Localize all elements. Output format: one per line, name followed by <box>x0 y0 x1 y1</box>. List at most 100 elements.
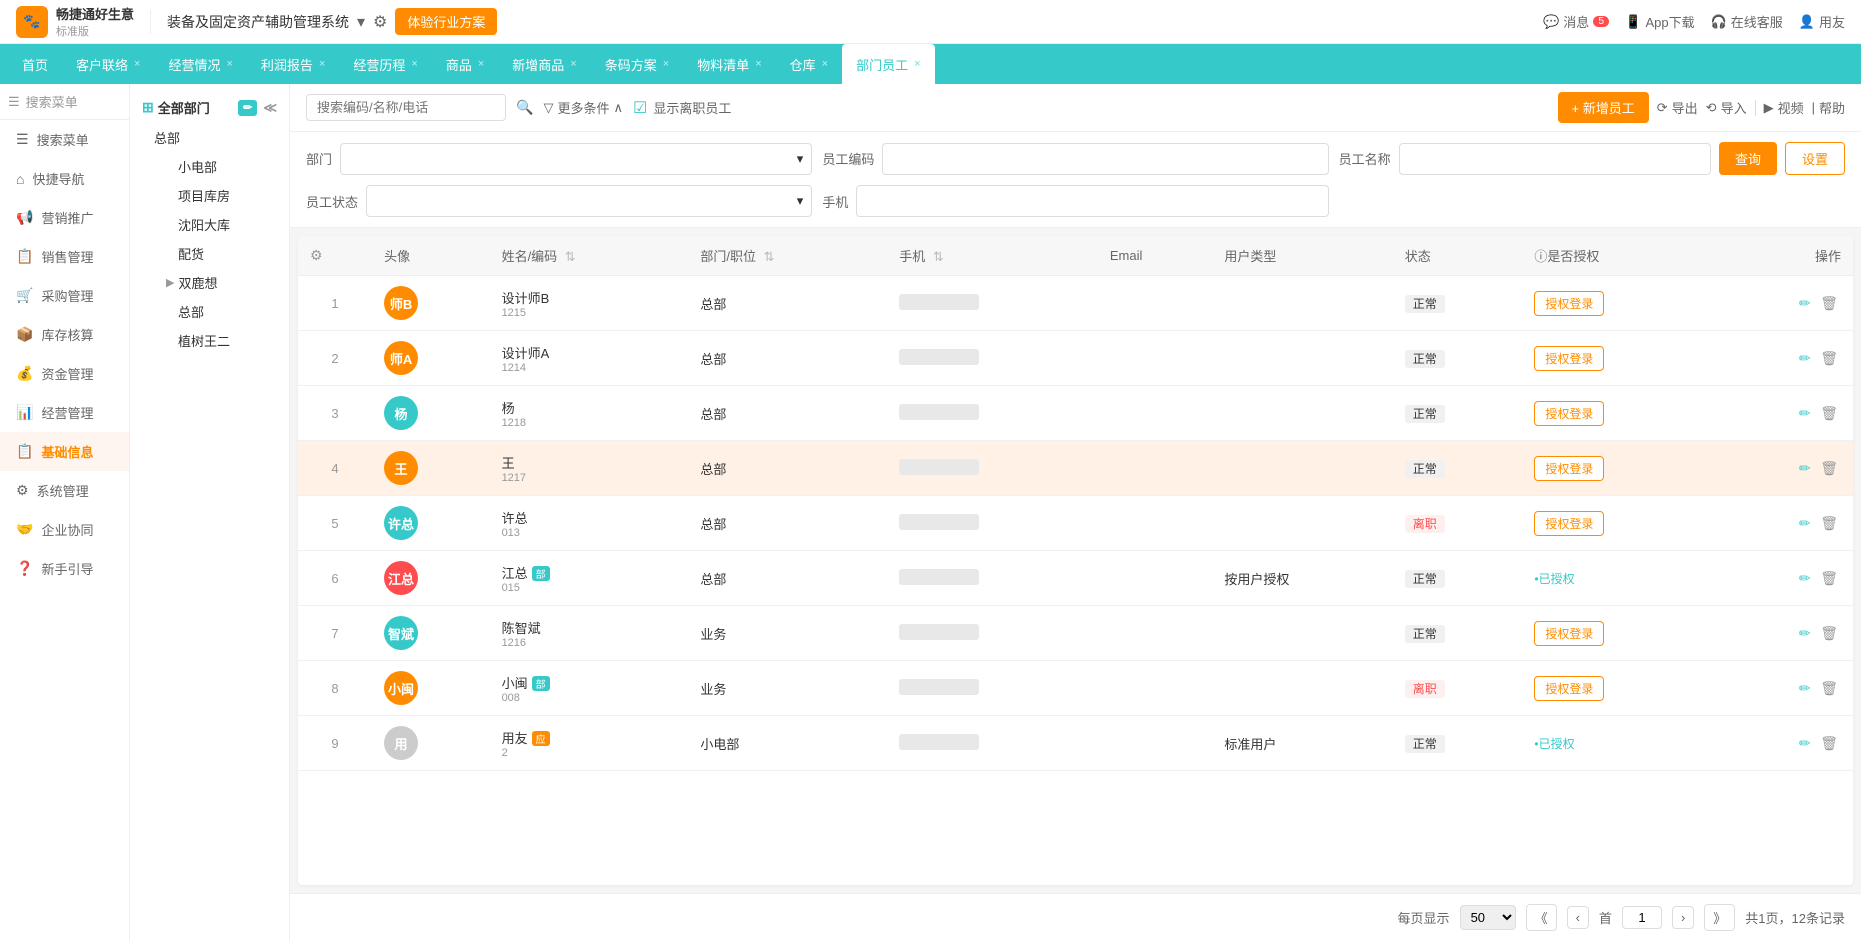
delete-btn[interactable]: 🗑 <box>1820 295 1838 312</box>
sidebar-item-operations[interactable]: 📊经营管理 <box>0 393 129 432</box>
col-name-code[interactable]: 姓名/编码 ⇅ <box>490 236 689 276</box>
tab-close-仓库[interactable]: × <box>822 58 828 70</box>
tree-node-总部[interactable]: 总部 <box>130 297 289 326</box>
delete-btn[interactable]: 🗑 <box>1820 460 1838 477</box>
auth-login-btn[interactable]: 授权登录 <box>1534 456 1604 481</box>
nav-tab-条码方案[interactable]: 条码方案× <box>591 44 683 84</box>
gear-button[interactable]: ▾ <box>357 12 365 32</box>
sidebar-search[interactable]: ☰ 搜索菜单 <box>0 84 129 120</box>
tree-node-项目库房[interactable]: 项目库房 <box>130 181 289 210</box>
tree-node-植树王二[interactable]: 植树王二 <box>130 326 289 355</box>
delete-btn[interactable]: 🗑 <box>1820 625 1838 642</box>
app-download-btn[interactable]: 📱 App下载 <box>1625 12 1694 31</box>
first-page-btn[interactable]: 《 <box>1526 904 1557 931</box>
nav-tab-物料清单[interactable]: 物料清单× <box>683 44 775 84</box>
show-resign-toggle[interactable]: ☑ 显示离职员工 <box>633 98 731 118</box>
page-input[interactable] <box>1622 906 1662 929</box>
page-size-select[interactable]: 501020100 <box>1460 905 1516 930</box>
sidebar-item-search[interactable]: ☰搜索菜单 <box>0 120 129 159</box>
auth-login-btn[interactable]: 授权登录 <box>1534 621 1604 646</box>
auth-login-btn[interactable]: 授权登录 <box>1534 346 1604 371</box>
phone-input[interactable] <box>856 185 1328 217</box>
video-button[interactable]: ▶ 视频 <box>1764 98 1804 117</box>
delete-btn[interactable]: 🗑 <box>1820 570 1838 587</box>
col-dept-pos[interactable]: 部门/职位 ⇅ <box>688 236 887 276</box>
dept-select[interactable]: ▾ <box>340 143 812 175</box>
tree-node-总部[interactable]: 总部 <box>130 123 289 152</box>
auth-login-btn[interactable]: 授权登录 <box>1534 401 1604 426</box>
sidebar-item-finance[interactable]: 💰资金管理 <box>0 354 129 393</box>
tab-close-新增商品[interactable]: × <box>570 58 576 70</box>
auth-login-btn[interactable]: 授权登录 <box>1534 291 1604 316</box>
tab-close-商品[interactable]: × <box>478 58 484 70</box>
tab-close-利润报告[interactable]: × <box>319 58 325 70</box>
sidebar-item-system[interactable]: ⚙系统管理 <box>0 471 129 510</box>
tree-collapse-icon[interactable]: ≪ <box>263 100 277 116</box>
nav-tab-利润报告[interactable]: 利润报告× <box>247 44 339 84</box>
tree-node-小电部[interactable]: 小电部 <box>130 152 289 181</box>
tree-node-双鹿想[interactable]: ▶双鹿想 <box>130 268 289 297</box>
delete-btn[interactable]: 🗑 <box>1820 735 1838 752</box>
filter-btn[interactable]: ▽ 更多条件 ∧ <box>543 98 623 117</box>
sidebar-item-marketing[interactable]: 📢营销推广 <box>0 198 129 237</box>
nav-tab-商品[interactable]: 商品× <box>432 44 498 84</box>
user-btn[interactable]: 👤 用友 <box>1799 12 1845 31</box>
col-phone[interactable]: 手机 ⇅ <box>887 236 1098 276</box>
sidebar-item-nav[interactable]: ⌂快捷导航 <box>0 159 129 198</box>
nav-tab-经营历程[interactable]: 经营历程× <box>339 44 431 84</box>
col-settings[interactable]: ⚙ <box>298 236 372 276</box>
query-button[interactable]: 查询 <box>1719 142 1777 175</box>
tab-close-经营情况[interactable]: × <box>226 58 232 70</box>
add-employee-button[interactable]: + 新增员工 <box>1558 92 1649 123</box>
emp-code-input[interactable] <box>882 143 1328 175</box>
set-button[interactable]: 设置 <box>1785 142 1845 175</box>
tab-close-条码方案[interactable]: × <box>663 58 669 70</box>
nav-tab-首页[interactable]: 首页 <box>8 44 62 84</box>
edit-btn[interactable]: ✏ <box>1799 570 1811 587</box>
sidebar-item-guide[interactable]: ❓新手引导 <box>0 549 129 588</box>
tab-close-经营历程[interactable]: × <box>411 58 417 70</box>
sidebar-item-inventory[interactable]: 📦库存核算 <box>0 315 129 354</box>
delete-btn[interactable]: 🗑 <box>1820 680 1838 697</box>
tree-edit-icon[interactable]: ✏ <box>238 100 257 116</box>
nav-tab-仓库[interactable]: 仓库× <box>776 44 842 84</box>
sidebar-item-purchase[interactable]: 🛒采购管理 <box>0 276 129 315</box>
edit-btn[interactable]: ✏ <box>1799 735 1811 752</box>
settings-button[interactable]: ⚙ <box>373 12 387 32</box>
auth-login-btn[interactable]: 授权登录 <box>1534 676 1604 701</box>
message-btn[interactable]: 💬 消息 5 <box>1543 12 1609 31</box>
edit-btn[interactable]: ✏ <box>1799 350 1811 367</box>
edit-btn[interactable]: ✏ <box>1799 460 1811 477</box>
edit-btn[interactable]: ✏ <box>1799 515 1811 532</box>
delete-btn[interactable]: 🗑 <box>1820 405 1838 422</box>
search-input[interactable] <box>306 94 506 121</box>
nav-tab-经营情况[interactable]: 经营情况× <box>154 44 246 84</box>
search-button[interactable]: 🔍 <box>516 99 533 116</box>
edit-btn[interactable]: ✏ <box>1799 295 1811 312</box>
delete-btn[interactable]: 🗑 <box>1820 515 1838 532</box>
delete-btn[interactable]: 🗑 <box>1820 350 1838 367</box>
tab-close-客户联络[interactable]: × <box>134 58 140 70</box>
tab-close-物料清单[interactable]: × <box>755 58 761 70</box>
nav-tab-客户联络[interactable]: 客户联络× <box>62 44 154 84</box>
trial-button[interactable]: 体验行业方案 <box>395 8 497 35</box>
nav-tab-部门员工[interactable]: 部门员工× <box>842 44 934 84</box>
status-select[interactable]: ▾ <box>366 185 812 217</box>
auth-login-btn[interactable]: 授权登录 <box>1534 511 1604 536</box>
tree-node-沈阳大库[interactable]: 沈阳大库 <box>130 210 289 239</box>
import-button[interactable]: ⟲ 导入 <box>1706 98 1747 117</box>
last-page-btn[interactable]: 》 <box>1704 904 1735 931</box>
sidebar-item-collab[interactable]: 🤝企业协同 <box>0 510 129 549</box>
edit-btn[interactable]: ✏ <box>1799 405 1811 422</box>
nav-tab-新增商品[interactable]: 新增商品× <box>498 44 590 84</box>
help-button[interactable]: | 帮助 <box>1812 98 1845 117</box>
sidebar-item-sales[interactable]: 📋销售管理 <box>0 237 129 276</box>
export-button[interactable]: ⟳ 导出 <box>1657 98 1698 117</box>
next-page-btn[interactable]: › <box>1672 906 1694 929</box>
prev-page-btn[interactable]: ‹ <box>1567 906 1589 929</box>
edit-btn[interactable]: ✏ <box>1799 625 1811 642</box>
emp-name-input[interactable] <box>1399 143 1711 175</box>
sidebar-item-basic[interactable]: 📋基础信息 <box>0 432 129 471</box>
service-btn[interactable]: 🎧 在线客服 <box>1711 12 1783 31</box>
tab-close-部门员工[interactable]: × <box>914 58 920 70</box>
